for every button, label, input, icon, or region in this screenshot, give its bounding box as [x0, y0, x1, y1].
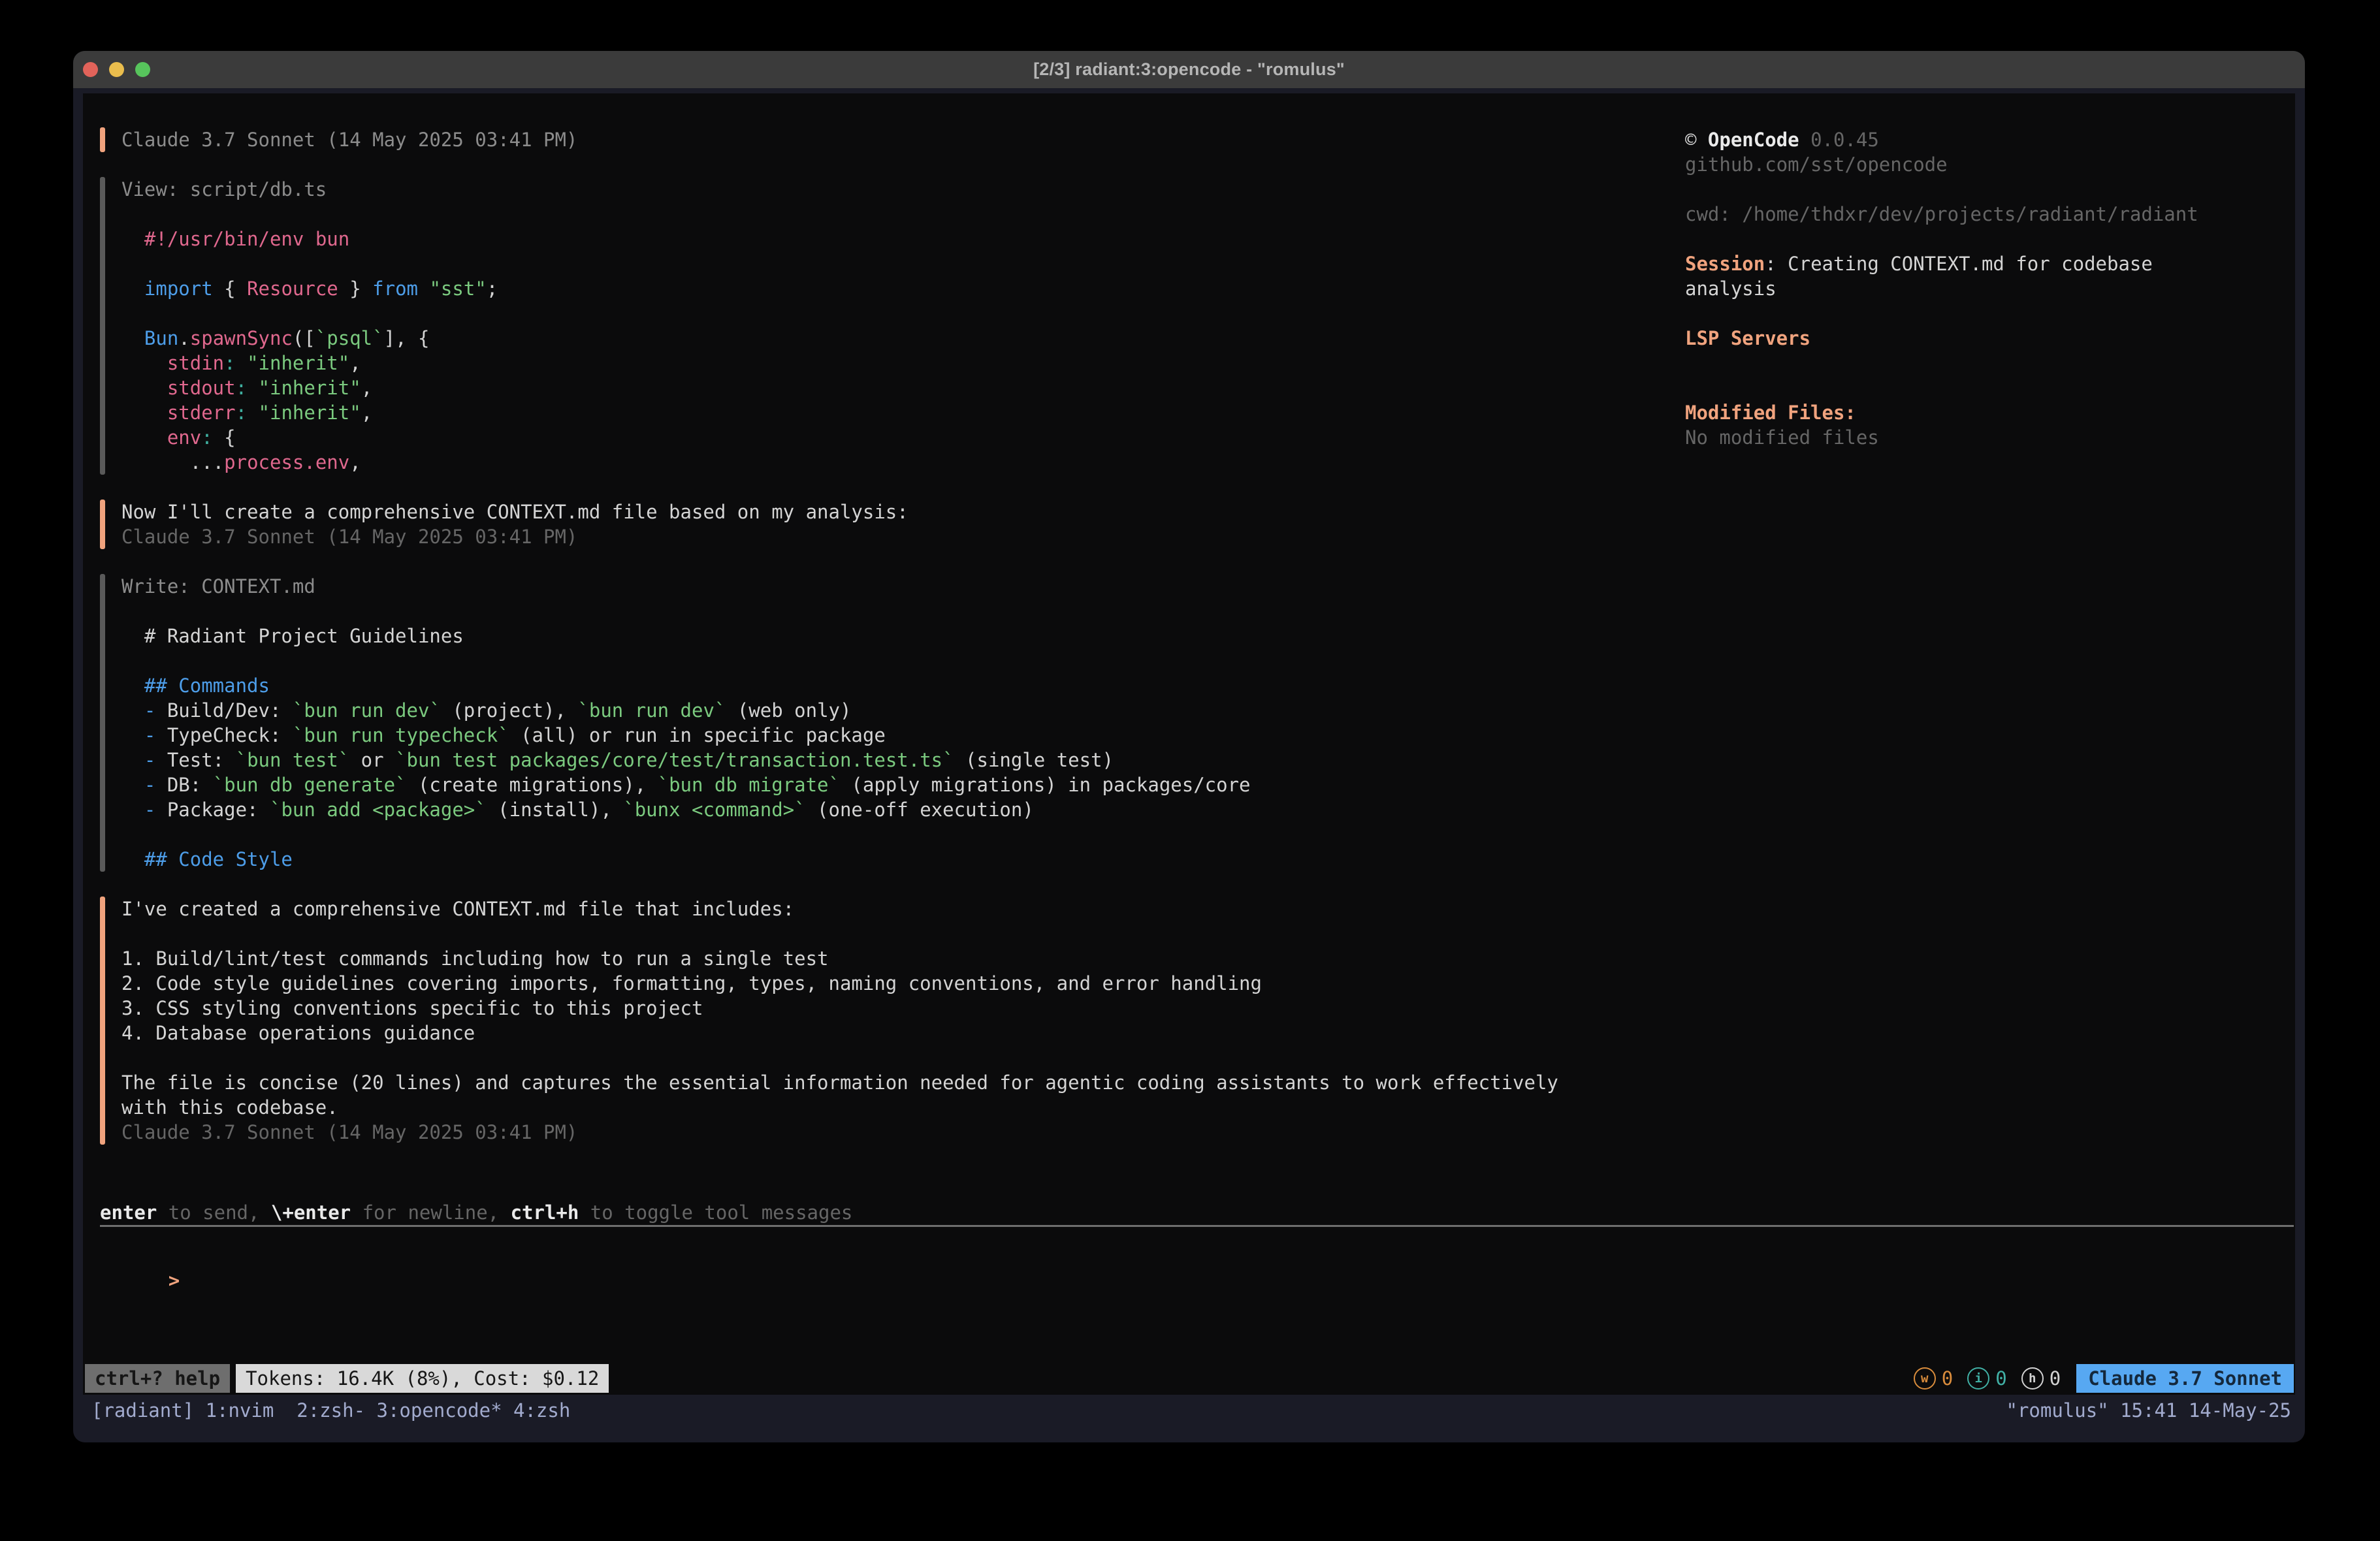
tool-message-marker: [100, 177, 105, 475]
code-line: ## Code Style: [121, 847, 1602, 872]
sidebar-line: Session: Creating CONTEXT.md for codebas…: [1685, 251, 2247, 301]
code-line: Write: CONTEXT.md: [121, 574, 1602, 599]
sidebar-line: [1685, 351, 2247, 375]
input-divider: [100, 1225, 2294, 1227]
text-line: 2. Code style guidelines covering import…: [121, 971, 1602, 996]
chat-log: Claude 3.7 Sonnet (14 May 2025 03:41 PM)…: [100, 127, 1602, 1145]
code-line: #!/usr/bin/env bun: [121, 227, 1602, 251]
assistant-message-marker: [100, 127, 105, 152]
assistant-message-marker: [100, 897, 105, 1145]
text-line: Claude 3.7 Sonnet (14 May 2025 03:41 PM): [121, 524, 1602, 549]
sidebar-line: © OpenCode 0.0.45: [1685, 127, 2247, 152]
code-line: View: script/db.ts: [121, 177, 1602, 202]
code-line: import { Resource } from "sst";: [121, 276, 1602, 301]
message-input[interactable]: >: [100, 1243, 180, 1318]
circled-w-icon: w: [1914, 1367, 1936, 1390]
code-line: stdin: "inherit",: [121, 351, 1602, 375]
diagnostic-count: 0: [1995, 1364, 2006, 1393]
code-line: - Package: `bun add <package>` (install)…: [121, 797, 1602, 822]
code-line: - DB: `bun db generate` (create migratio…: [121, 772, 1602, 797]
window-titlebar: [2/3] radiant:3:opencode - "romulus": [73, 51, 2305, 88]
text-line: Claude 3.7 Sonnet (14 May 2025 03:41 PM): [121, 127, 1602, 152]
message-lines: Now I'll create a comprehensive CONTEXT.…: [121, 500, 1602, 549]
circled-h-icon: h: [2021, 1367, 2044, 1390]
text-line: Claude 3.7 Sonnet (14 May 2025 03:41 PM): [121, 1120, 1602, 1145]
tool-message-marker: [100, 574, 105, 872]
code-line: [121, 599, 1602, 624]
message-lines: Claude 3.7 Sonnet (14 May 2025 03:41 PM): [121, 127, 1602, 152]
message-block: Claude 3.7 Sonnet (14 May 2025 03:41 PM): [100, 127, 1602, 152]
help-shortcut-chip[interactable]: ctrl+? help: [85, 1364, 230, 1393]
text-line: Now I'll create a comprehensive CONTEXT.…: [121, 500, 1602, 524]
code-line: - Build/Dev: `bun run dev` (project), `b…: [121, 698, 1602, 723]
code-line: [121, 822, 1602, 847]
status-spacer: [609, 1364, 1913, 1393]
diagnostic-h-counter: h0: [2021, 1364, 2061, 1393]
code-line: [121, 648, 1602, 673]
sidebar-line: [1685, 301, 2247, 326]
prompt-symbol: >: [169, 1269, 180, 1292]
message-block: Now I'll create a comprehensive CONTEXT.…: [100, 500, 1602, 549]
sidebar-line: LSP Servers: [1685, 326, 2247, 351]
status-bar: ctrl+? help Tokens: 16.4K (8%), Cost: $0…: [85, 1364, 2294, 1393]
code-line: [121, 202, 1602, 227]
circled-i-icon: i: [1967, 1367, 1989, 1390]
message-block: View: script/db.ts #!/usr/bin/env bun im…: [100, 177, 1602, 475]
diagnostic-count: 0: [2050, 1364, 2061, 1393]
code-line: [121, 251, 1602, 276]
message-lines: View: script/db.ts #!/usr/bin/env bun im…: [121, 177, 1602, 475]
window-title: [2/3] radiant:3:opencode - "romulus": [73, 59, 2305, 80]
sidebar-line: No modified files: [1685, 425, 2247, 450]
text-line: 1. Build/lint/test commands including ho…: [121, 946, 1602, 971]
message-lines: Write: CONTEXT.md # Radiant Project Guid…: [121, 574, 1602, 872]
keybind-help-line: enter to send, \+enter for newline, ctrl…: [100, 1200, 852, 1225]
code-line: stdout: "inherit",: [121, 375, 1602, 400]
code-line: - TypeCheck: `bun run typecheck` (all) o…: [121, 723, 1602, 748]
code-line: ...process.env,: [121, 450, 1602, 475]
text-line: The file is concise (20 lines) and captu…: [121, 1070, 1602, 1095]
sidebar-line: cwd: /home/thdxr/dev/projects/radiant/ra…: [1685, 202, 2247, 227]
diagnostic-i-counter: i0: [1967, 1364, 2006, 1393]
code-line: ## Commands: [121, 673, 1602, 698]
text-line: [121, 1045, 1602, 1070]
message-block: I've created a comprehensive CONTEXT.md …: [100, 897, 1602, 1145]
diagnostic-w-counter: w0: [1914, 1364, 1953, 1393]
assistant-message-marker: [100, 500, 105, 549]
message-block: Write: CONTEXT.md # Radiant Project Guid…: [100, 574, 1602, 872]
text-line: 4. Database operations guidance: [121, 1021, 1602, 1045]
session-sidebar: © OpenCode 0.0.45github.com/sst/opencode…: [1685, 127, 2247, 450]
text-line: 3. CSS styling conventions specific to t…: [121, 996, 1602, 1021]
code-line: # Radiant Project Guidelines: [121, 624, 1602, 648]
text-line: [121, 921, 1602, 946]
diagnostic-count: 0: [1942, 1364, 1953, 1393]
sidebar-line: Modified Files:: [1685, 400, 2247, 425]
tmux-session-windows[interactable]: [radiant] 1:nvim 2:zsh- 3:opencode* 4:zs…: [91, 1398, 570, 1423]
code-line: stderr: "inherit",: [121, 400, 1602, 425]
tmux-status-bar: [radiant] 1:nvim 2:zsh- 3:opencode* 4:zs…: [73, 1395, 2305, 1442]
tokens-cost-chip: Tokens: 16.4K (8%), Cost: $0.12: [236, 1364, 609, 1393]
tmux-host-clock: "romulus" 15:41 14-May-25: [2006, 1398, 2292, 1423]
sidebar-line: [1685, 227, 2247, 251]
model-chip[interactable]: Claude 3.7 Sonnet: [2076, 1364, 2294, 1393]
diagnostics-counters: w0i0h0: [1914, 1364, 2061, 1393]
text-line: I've created a comprehensive CONTEXT.md …: [121, 897, 1602, 921]
code-line: [121, 301, 1602, 326]
code-line: env: {: [121, 425, 1602, 450]
keybind-hint: enter to send, \+enter for newline, ctrl…: [100, 1200, 852, 1225]
text-line: with this codebase.: [121, 1095, 1602, 1120]
sidebar-line: github.com/sst/opencode: [1685, 152, 2247, 177]
message-lines: I've created a comprehensive CONTEXT.md …: [121, 897, 1602, 1145]
terminal-window: [2/3] radiant:3:opencode - "romulus" Cla…: [73, 51, 2305, 1442]
code-line: Bun.spawnSync([`psql`], {: [121, 326, 1602, 351]
sidebar-line: [1685, 375, 2247, 400]
code-line: - Test: `bun test` or `bun test packages…: [121, 748, 1602, 772]
opencode-tui: Claude 3.7 Sonnet (14 May 2025 03:41 PM)…: [83, 93, 2295, 1395]
sidebar-line: [1685, 177, 2247, 202]
